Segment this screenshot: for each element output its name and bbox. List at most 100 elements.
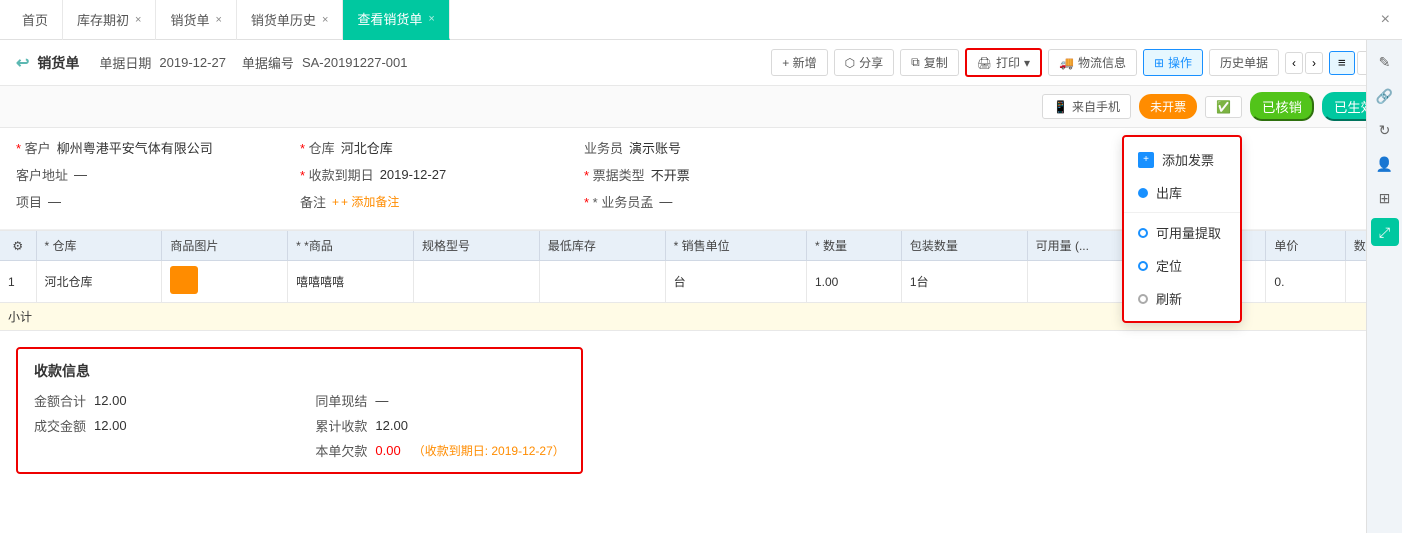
tab-inventory-init[interactable]: 库存期初 × bbox=[63, 0, 156, 40]
tab-sales-history[interactable]: 销货单历史 × bbox=[237, 0, 343, 40]
nav-arrows: ‹ › bbox=[1285, 52, 1323, 74]
operations-button[interactable]: ⊞ 操作 bbox=[1143, 49, 1203, 76]
new-button[interactable]: + 新增 bbox=[771, 49, 827, 76]
check-icon-button[interactable]: ✅ bbox=[1205, 96, 1242, 118]
add-invoice-icon: + bbox=[1138, 152, 1154, 168]
doc-title-section: ↩ 销货单 bbox=[16, 53, 79, 73]
warehouse-value: 河北仓库 bbox=[341, 138, 393, 157]
main-area: ↩ 销货单 单据日期 2019-12-27 单据编号 SA-20191227-0… bbox=[0, 40, 1402, 533]
right-sidebar: ✎ 🔗 ↻ 👤 ⊞ ⤢ bbox=[1366, 40, 1402, 533]
outbound-label: 出库 bbox=[1156, 183, 1182, 202]
tab-check-sales-close[interactable]: × bbox=[428, 13, 434, 25]
sidebar-refresh-icon[interactable]: ↻ bbox=[1371, 116, 1399, 144]
note-field: 备注 + + 添加备注 bbox=[300, 192, 560, 211]
transaction-label: 成交金额 bbox=[34, 416, 86, 435]
tab-sales-history-close[interactable]: × bbox=[322, 14, 328, 26]
total-amount-row: 金额合计 12.00 bbox=[34, 391, 283, 410]
row-product-name: 嘻嘻嘻嘻 bbox=[288, 261, 414, 303]
sidebar-link-icon[interactable]: 🔗 bbox=[1371, 82, 1399, 110]
locate-label: 定位 bbox=[1156, 256, 1182, 275]
menu-refresh[interactable]: 刷新 bbox=[1124, 282, 1240, 315]
share-icon: ⬡ bbox=[845, 56, 855, 70]
logistics-button[interactable]: 🚚 物流信息 bbox=[1048, 49, 1137, 76]
add-note-button[interactable]: + + 添加备注 bbox=[332, 193, 399, 210]
row-product-image bbox=[162, 261, 288, 303]
doc-header: ↩ 销货单 单据日期 2019-12-27 单据编号 SA-20191227-0… bbox=[0, 40, 1402, 86]
th-spec: 规格型号 bbox=[413, 231, 539, 261]
view-list-button[interactable]: ≡ bbox=[1329, 51, 1355, 75]
menu-divider-1 bbox=[1124, 212, 1240, 213]
refresh-icon bbox=[1138, 294, 1148, 304]
product-thumbnail bbox=[170, 266, 198, 294]
doc-date-label: 单据日期 2019-12-27 bbox=[99, 53, 226, 72]
copy-icon: ⧉ bbox=[911, 55, 920, 70]
salesman-label: * 业务员孟 bbox=[584, 192, 653, 211]
cumulative-value: 12.00 bbox=[375, 418, 408, 433]
tab-sales-history-label: 销货单历史 bbox=[251, 10, 316, 29]
payment-right: 同单现结 — 累计收款 12.00 本单欠款 0.00 （收款到期日: 2019… bbox=[315, 391, 564, 460]
due-date-field: 收款到期日 2019-12-27 bbox=[300, 165, 560, 184]
tab-inventory-init-close[interactable]: × bbox=[135, 14, 141, 26]
menu-available-pick[interactable]: 可用量提取 bbox=[1124, 216, 1240, 249]
due-note: （收款到期日: 2019-12-27） bbox=[413, 442, 565, 459]
due-date-value: 2019-12-27 bbox=[380, 167, 447, 182]
tab-inventory-init-label: 库存期初 bbox=[77, 10, 129, 29]
tab-check-sales-label: 查看销货单 bbox=[357, 9, 422, 28]
copy-button[interactable]: ⧉ 复制 bbox=[900, 49, 959, 76]
row-index: 1 bbox=[0, 261, 36, 303]
print-dropdown-arrow[interactable]: ▾ bbox=[1024, 56, 1030, 70]
payment-left: 金额合计 12.00 成交金额 12.00 bbox=[34, 391, 283, 460]
menu-add-invoice[interactable]: + 添加发票 bbox=[1124, 143, 1240, 176]
menu-outbound[interactable]: 出库 bbox=[1124, 176, 1240, 209]
address-field: 客户地址 — bbox=[16, 165, 276, 184]
approved-button[interactable]: 已核销 bbox=[1250, 92, 1314, 121]
due-amount-label: 本单欠款 bbox=[315, 441, 367, 460]
ticket-type-label: 票据类型 bbox=[584, 165, 645, 184]
locate-icon bbox=[1138, 261, 1148, 271]
phone-icon: 📱 bbox=[1053, 100, 1068, 114]
outbound-icon bbox=[1138, 188, 1148, 198]
print-button[interactable]: 🖨 打印 ▾ bbox=[965, 48, 1042, 77]
th-settings: ⚙ bbox=[0, 231, 36, 261]
from-phone-button[interactable]: 📱 来自手机 bbox=[1042, 94, 1131, 119]
due-amount-value: 0.00 bbox=[375, 443, 400, 458]
cumulative-label: 累计收款 bbox=[315, 416, 367, 435]
project-label: 项目 bbox=[16, 192, 42, 211]
add-invoice-label: 添加发票 bbox=[1162, 150, 1214, 169]
tab-bar: 首页 库存期初 × 销货单 × 销货单历史 × 查看销货单 × × bbox=[0, 0, 1402, 40]
th-warehouse: * 仓库 bbox=[36, 231, 162, 261]
th-product: * *商品 bbox=[288, 231, 414, 261]
total-amount-label: 金额合计 bbox=[34, 391, 86, 410]
tab-sales-order[interactable]: 销货单 × bbox=[156, 0, 236, 40]
sidebar-person-icon[interactable]: 👤 bbox=[1371, 150, 1399, 178]
next-arrow[interactable]: › bbox=[1305, 52, 1323, 74]
row-warehouse: 河北仓库 bbox=[36, 261, 162, 303]
sidebar-edit-icon[interactable]: ✎ bbox=[1371, 48, 1399, 76]
due-amount-row: 本单欠款 0.00 （收款到期日: 2019-12-27） bbox=[315, 441, 564, 460]
menu-locate[interactable]: 定位 bbox=[1124, 249, 1240, 282]
ticket-type-value: 不开票 bbox=[651, 165, 690, 184]
operations-icon: ⊞ bbox=[1154, 56, 1164, 70]
not-open-button[interactable]: 未开票 bbox=[1139, 94, 1197, 119]
prev-arrow[interactable]: ‹ bbox=[1285, 52, 1303, 74]
ticket-type-field: 票据类型 不开票 bbox=[584, 165, 844, 184]
salesman-value: — bbox=[659, 194, 672, 209]
tab-home[interactable]: 首页 bbox=[8, 0, 63, 40]
th-quantity: * 数量 bbox=[806, 231, 901, 261]
sidebar-expand-icon[interactable]: ⤢ bbox=[1371, 218, 1399, 246]
doc-title-text: 销货单 bbox=[37, 53, 79, 73]
history-button[interactable]: 历史单据 bbox=[1209, 49, 1279, 76]
tab-check-sales[interactable]: 查看销货单 × bbox=[343, 0, 449, 40]
row-min-stock bbox=[539, 261, 665, 303]
th-product-image: 商品图片 bbox=[162, 231, 288, 261]
doc-number-label: 单据编号 SA-20191227-001 bbox=[242, 53, 408, 72]
share-button[interactable]: ⬡ 分享 bbox=[834, 49, 895, 76]
project-value: — bbox=[48, 194, 61, 209]
th-unit: * 销售单位 bbox=[665, 231, 806, 261]
global-close-icon[interactable]: × bbox=[1381, 11, 1390, 29]
sidebar-table-icon[interactable]: ⊞ bbox=[1371, 184, 1399, 212]
tab-sales-order-close[interactable]: × bbox=[215, 14, 221, 26]
operations-dropdown: + 添加发票 出库 可用量提取 定位 刷新 bbox=[1122, 135, 1242, 323]
row-spec bbox=[413, 261, 539, 303]
transaction-row: 成交金额 12.00 bbox=[34, 416, 283, 435]
